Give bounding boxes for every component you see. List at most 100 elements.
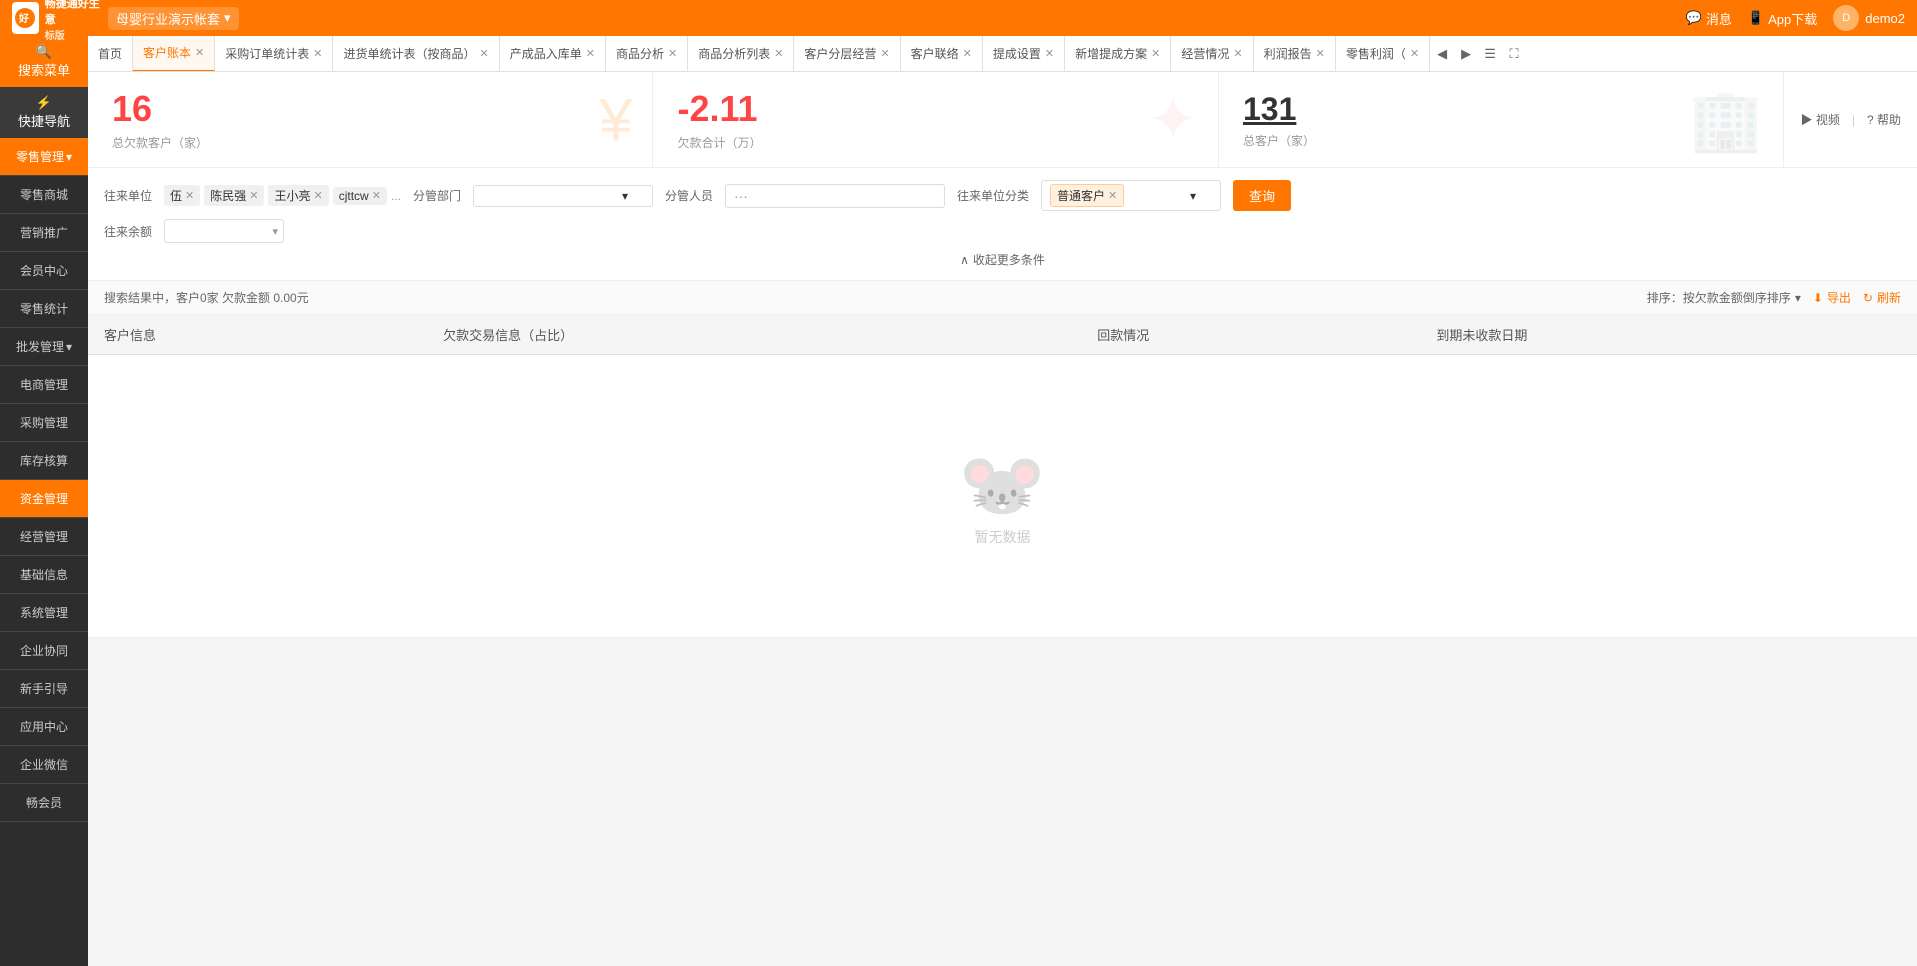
tab-product-in-label: 产成品入库单 <box>510 45 582 62</box>
balance-selector[interactable] <box>164 219 284 243</box>
app-label: App下载 <box>1768 9 1817 28</box>
video-icon: ▶ <box>1800 113 1812 127</box>
tab-accounts[interactable]: 客户账本 ✕ <box>133 36 215 72</box>
tab-purchase-order-close[interactable]: ✕ <box>313 47 322 60</box>
tab-add-improve-close[interactable]: ✕ <box>1151 47 1160 60</box>
category-tag-remove[interactable]: ✕ <box>1108 189 1117 202</box>
sidebar-item-ecommerce[interactable]: 电商管理 <box>0 366 88 404</box>
refresh-btn[interactable]: ↻ 刷新 <box>1863 289 1901 306</box>
tab-add-improve[interactable]: 新增提成方案 ✕ <box>1065 36 1171 72</box>
sidebar-vip-label: 畅会员 <box>26 796 62 810</box>
sidebar-item-inventory[interactable]: 库存核算 <box>0 442 88 480</box>
balance-selector-wrapper <box>164 219 284 243</box>
tab-customer-tier-close[interactable]: ✕ <box>880 47 889 60</box>
sidebar-retail-stats-label: 零售统计 <box>20 302 68 316</box>
query-button[interactable]: 查询 <box>1233 180 1291 211</box>
dept-dropdown-icon: ▾ <box>622 189 628 203</box>
tab-purchase-order[interactable]: 采购订单统计表 ✕ <box>215 36 333 72</box>
tab-product-in[interactable]: 产成品入库单 ✕ <box>500 36 606 72</box>
sidebar-item-app-center[interactable]: 应用中心 <box>0 708 88 746</box>
tab-profit-report-close[interactable]: ✕ <box>1316 47 1325 60</box>
unit-label: 往来单位 <box>104 187 152 204</box>
tab-inventory-stats-close[interactable]: ✕ <box>480 47 489 60</box>
sidebar-item-wholesale[interactable]: 批发管理 ▾ <box>0 328 88 366</box>
dept-selector[interactable]: ▾ <box>473 185 653 207</box>
nav-icon: ⚡ <box>4 95 84 111</box>
tab-operation-label: 经营情况 <box>1181 45 1229 62</box>
sidebar-item-vip[interactable]: 畅会员 <box>0 784 88 822</box>
sidebar-quick-nav[interactable]: ⚡ 快捷导航 <box>0 87 88 138</box>
sidebar-item-system[interactable]: 系统管理 <box>0 594 88 632</box>
export-btn[interactable]: ⬇ 导出 <box>1813 289 1851 306</box>
tab-product-in-close[interactable]: ✕ <box>586 47 595 60</box>
collapse-btn[interactable]: ∧ 收起更多条件 <box>104 251 1901 268</box>
tab-bar: 首页 客户账本 ✕ 采购订单统计表 ✕ 进货单统计表（按商品） ✕ 产成品入库单… <box>88 36 1917 72</box>
tab-improve-settings[interactable]: 提成设置 ✕ <box>983 36 1065 72</box>
unit-tag-chen-label: 陈民强 <box>210 187 246 204</box>
sidebar-item-purchase[interactable]: 采购管理 <box>0 404 88 442</box>
sidebar-item-enterprise-wechat[interactable]: 企业微信 <box>0 746 88 784</box>
tab-customer-contact[interactable]: 客户联络 ✕ <box>901 36 983 72</box>
arrow-icon: ▾ <box>66 150 72 164</box>
sidebar-item-retail[interactable]: 零售管理 ▾ <box>0 138 88 176</box>
help-btn[interactable]: ? 帮助 <box>1867 111 1901 128</box>
tab-next-btn[interactable]: ▶ <box>1454 36 1478 72</box>
tab-accounts-close[interactable]: ✕ <box>195 46 204 59</box>
user-menu[interactable]: D demo2 <box>1833 5 1905 31</box>
tab-retail-profit[interactable]: 零售利润（ ✕ <box>1336 36 1430 72</box>
unit-tag-wang-remove[interactable]: ✕ <box>314 189 323 202</box>
tab-goods-analysis-close[interactable]: ✕ <box>668 47 677 60</box>
sidebar-item-finance[interactable]: 资金管理 <box>0 480 88 518</box>
table-container: 客户信息 欠款交易信息（占比） 回款情况 到期未收款日期 🐭 暂无数据 <box>88 315 1917 638</box>
sidebar-item-operations[interactable]: 经营管理 <box>0 518 88 556</box>
dept-label: 分管部门 <box>413 187 461 204</box>
content-area: 首页 客户账本 ✕ 采购订单统计表 ✕ 进货单统计表（按商品） ✕ 产成品入库单… <box>88 36 1917 966</box>
video-help-area: ▶ 视频 | ? 帮助 <box>1784 72 1917 167</box>
tab-customer-contact-label: 客户联络 <box>911 45 959 62</box>
sort-icon: ▾ <box>1795 291 1801 305</box>
app-download-btn[interactable]: 📱 App下载 <box>1748 9 1817 28</box>
collapse-icon: ∧ <box>960 253 969 267</box>
sidebar-item-new-guide[interactable]: 新手引导 <box>0 670 88 708</box>
tab-inventory-stats[interactable]: 进货单统计表（按商品） ✕ <box>333 36 499 72</box>
unit-tag-more[interactable]: ... <box>391 189 401 203</box>
tab-customer-contact-close[interactable]: ✕ <box>963 47 972 60</box>
company-selector[interactable]: 母婴行业演示帐套 ▾ <box>108 7 239 30</box>
sidebar-item-marketing[interactable]: 营销推广 <box>0 214 88 252</box>
category-selector[interactable]: 普通客户 ✕ ▾ <box>1041 180 1221 211</box>
tab-customer-tier[interactable]: 客户分层经营 ✕ <box>794 36 900 72</box>
sidebar-item-basic-info[interactable]: 基础信息 <box>0 556 88 594</box>
logo-icon: 好 <box>12 2 39 34</box>
person-selector[interactable]: ··· <box>725 184 945 208</box>
tab-goods-analysis[interactable]: 商品分析 ✕ <box>606 36 688 72</box>
tab-goods-list[interactable]: 商品分析列表 ✕ <box>688 36 794 72</box>
sidebar-retail-label: 零售管理 <box>16 148 64 165</box>
sidebar-item-retail-stats[interactable]: 零售统计 <box>0 290 88 328</box>
tab-operation-close[interactable]: ✕ <box>1233 47 1242 60</box>
sidebar-item-retail-mall[interactable]: 零售商城 <box>0 176 88 214</box>
tab-operation[interactable]: 经营情况 ✕ <box>1171 36 1253 72</box>
tab-menu-btn[interactable]: ☰ <box>1478 36 1502 72</box>
sidebar: 🔍 搜索菜单 ⚡ 快捷导航 零售管理 ▾ 零售商城 营销推广 会员中心 零售统计… <box>0 36 88 966</box>
person-ellipsis[interactable]: ··· <box>734 188 748 204</box>
tab-retail-profit-close[interactable]: ✕ <box>1410 47 1419 60</box>
unit-tag-chen-remove[interactable]: ✕ <box>249 189 258 202</box>
unit-tag-chen: 陈民强 ✕ <box>204 185 264 206</box>
video-btn[interactable]: ▶ 视频 <box>1800 111 1839 128</box>
export-icon: ⬇ <box>1813 291 1823 305</box>
sidebar-search[interactable]: 🔍 搜索菜单 <box>0 36 88 87</box>
tab-goods-list-close[interactable]: ✕ <box>774 47 783 60</box>
sidebar-marketing-label: 营销推广 <box>20 226 68 240</box>
tab-prev-btn[interactable]: ◀ <box>1430 36 1454 72</box>
tab-profit-report[interactable]: 利润报告 ✕ <box>1254 36 1336 72</box>
collapse-label: 收起更多条件 <box>973 251 1045 268</box>
sidebar-item-member[interactable]: 会员中心 <box>0 252 88 290</box>
sort-btn[interactable]: 排序：按欠款金额倒序排序 ▾ <box>1647 289 1801 306</box>
sidebar-member-label: 会员中心 <box>20 264 68 278</box>
unit-tag-wu-remove[interactable]: ✕ <box>185 189 194 202</box>
sidebar-item-enterprise[interactable]: 企业协同 <box>0 632 88 670</box>
tab-fullscreen-btn[interactable]: ⛶ <box>1502 36 1526 72</box>
tab-improve-settings-close[interactable]: ✕ <box>1045 47 1054 60</box>
message-btn[interactable]: 💬 消息 <box>1686 9 1732 28</box>
unit-tag-cj-remove[interactable]: ✕ <box>372 189 381 202</box>
